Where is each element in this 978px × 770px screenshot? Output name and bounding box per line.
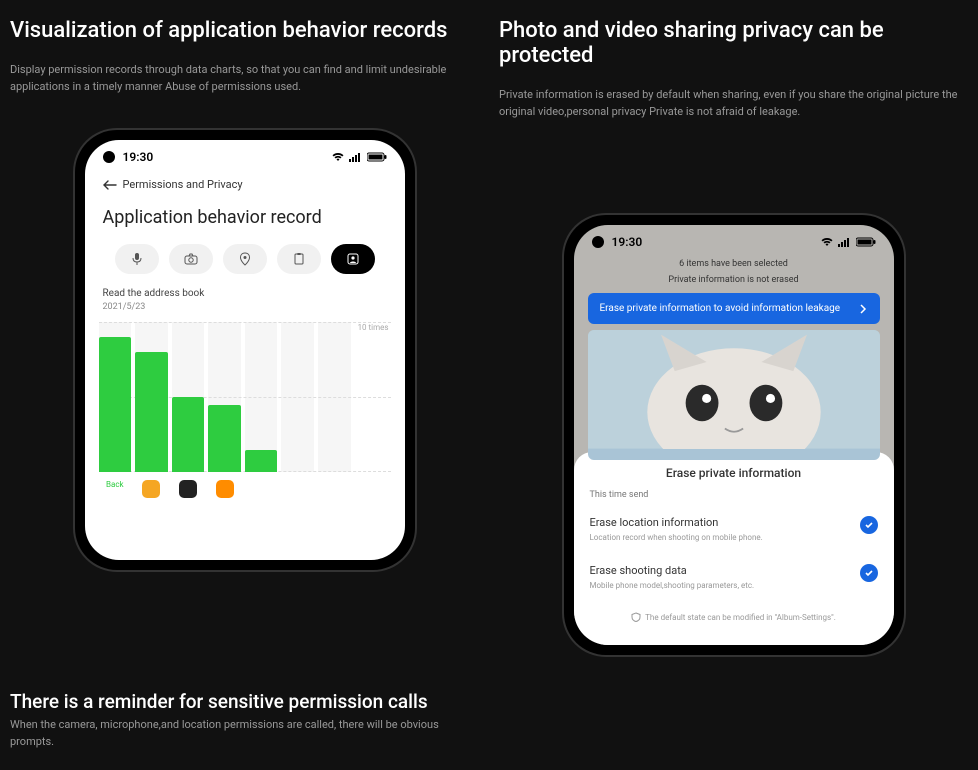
left-footer-block: There is a reminder for sensitive permis… xyxy=(10,682,479,760)
clipboard-icon xyxy=(292,252,306,266)
left-column: Visualization of application behavior re… xyxy=(10,10,479,760)
right-section-title: Photo and video sharing privacy can be p… xyxy=(499,18,968,68)
phone-mockup-behavior: 19:30 Permissions and Privacy Applicatio… xyxy=(75,130,415,570)
status-bar-right: 19:30 xyxy=(574,225,894,255)
app-icon-3[interactable] xyxy=(172,480,205,498)
chart-date: 2021/5/23 xyxy=(103,302,387,312)
app-icon-2[interactable] xyxy=(135,480,168,498)
chart-bar xyxy=(208,405,241,473)
sheet-footer-text: The default state can be modified in "Al… xyxy=(645,613,836,622)
chart-bar xyxy=(99,337,132,472)
status-bar: 19:30 xyxy=(85,140,405,170)
right-column: Photo and video sharing privacy can be p… xyxy=(499,10,968,760)
camera-punch-hole xyxy=(103,151,115,163)
app-icon-7 xyxy=(318,480,351,498)
battery-icon xyxy=(367,152,387,162)
preview-image xyxy=(588,330,880,460)
erase-location-label: Erase location information xyxy=(590,516,763,529)
left-footer-desc: When the camera, microphone,and location… xyxy=(10,717,479,750)
page-heading: Application behavior record xyxy=(85,199,405,240)
erase-location-row[interactable]: Erase location information Location reco… xyxy=(590,510,878,548)
back-arrow-icon xyxy=(103,180,117,190)
nav-back-label: Permissions and Privacy xyxy=(123,178,243,191)
chart-title: Read the address book xyxy=(103,288,387,299)
erase-sheet: Erase private information This time send… xyxy=(574,452,894,645)
chart-bars xyxy=(99,322,351,472)
signal-icon xyxy=(838,237,852,247)
check-icon xyxy=(860,564,878,582)
app-icon-back-label: Back xyxy=(106,480,124,489)
privacy-banner[interactable]: Erase private information to avoid infor… xyxy=(588,293,880,324)
app-icon-5 xyxy=(245,480,278,498)
phone-mockup-privacy: 19:30 6 items have been selected Private… xyxy=(564,215,904,655)
wifi-icon xyxy=(331,152,345,162)
left-section-desc: Display permission records through data … xyxy=(10,62,479,95)
shield-icon xyxy=(631,612,641,622)
privacy-banner-text: Erase private information to avoid infor… xyxy=(600,303,841,314)
category-mic[interactable] xyxy=(115,244,159,274)
status-icons xyxy=(820,237,876,247)
location-icon xyxy=(238,252,252,266)
mic-icon xyxy=(130,252,144,266)
category-camera[interactable] xyxy=(169,244,213,274)
app-icons-row: Back xyxy=(85,476,405,510)
chart-meta: Read the address book 2021/5/23 xyxy=(85,284,405,314)
check-icon xyxy=(860,516,878,534)
chart-bar xyxy=(245,450,278,473)
erase-location-hint: Location record when shooting on mobile … xyxy=(590,533,763,542)
erase-shooting-label: Erase shooting data xyxy=(590,564,755,577)
status-time: 19:30 xyxy=(123,150,154,164)
app-icon-4[interactable] xyxy=(208,480,241,498)
left-section-title: Visualization of application behavior re… xyxy=(10,18,479,43)
erase-shooting-hint: Mobile phone model,shooting parameters, … xyxy=(590,581,755,590)
category-clipboard[interactable] xyxy=(277,244,321,274)
signal-icon xyxy=(349,152,363,162)
erase-status: Private information is not erased xyxy=(574,271,894,287)
app-icon-6 xyxy=(281,480,314,498)
wifi-icon xyxy=(820,237,834,247)
selected-count: 6 items have been selected xyxy=(574,255,894,271)
nav-back[interactable]: Permissions and Privacy xyxy=(85,170,405,199)
camera-punch-hole xyxy=(592,236,604,248)
bar-chart: 10 times xyxy=(99,322,391,472)
chart-bar xyxy=(172,397,205,472)
status-icons xyxy=(331,152,387,162)
erase-shooting-row[interactable]: Erase shooting data Mobile phone model,s… xyxy=(590,558,878,596)
sheet-footer: The default state can be modified in "Al… xyxy=(590,612,878,622)
category-contacts[interactable] xyxy=(331,244,375,274)
status-time: 19:30 xyxy=(612,235,643,249)
chart-bar xyxy=(135,352,168,472)
battery-icon xyxy=(856,237,876,247)
app-icon-back[interactable]: Back xyxy=(99,480,132,498)
camera-icon xyxy=(184,252,198,266)
left-footer-title: There is a reminder for sensitive permis… xyxy=(10,690,479,713)
sheet-subtitle: This time send xyxy=(590,490,878,500)
sheet-title: Erase private information xyxy=(590,466,878,480)
category-location[interactable] xyxy=(223,244,267,274)
right-section-desc: Private information is erased by default… xyxy=(499,87,968,120)
contacts-icon xyxy=(346,252,360,266)
category-row xyxy=(85,240,405,284)
chevron-right-icon xyxy=(858,304,868,314)
